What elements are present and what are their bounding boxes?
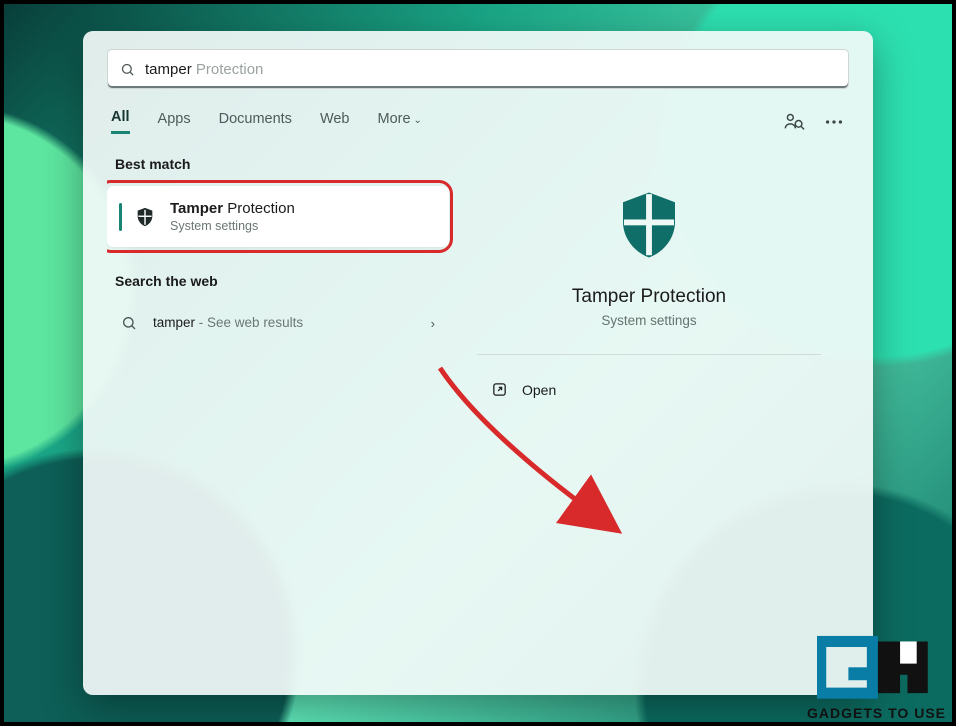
shield-icon <box>610 186 688 264</box>
shield-icon <box>134 206 156 228</box>
windows-search-panel: tamper Protection All Apps Documents Web… <box>83 31 873 695</box>
tab-documents[interactable]: Documents <box>219 111 292 133</box>
search-query: tamper Protection <box>145 61 263 78</box>
web-search-result[interactable]: tamper - See web results › <box>107 303 449 343</box>
search-icon <box>120 62 135 77</box>
divider <box>477 354 821 355</box>
preview-subtitle: System settings <box>601 313 696 328</box>
open-button[interactable]: Open <box>491 381 556 398</box>
section-search-web: Search the web <box>115 273 449 289</box>
section-best-match: Best match <box>115 156 449 172</box>
tab-web[interactable]: Web <box>320 111 350 133</box>
result-subtitle: System settings <box>170 219 295 233</box>
watermark: GADGETS TO USE <box>807 632 946 720</box>
web-result-label: tamper - See web results <box>153 315 303 331</box>
chevron-right-icon: › <box>431 316 435 331</box>
search-input[interactable]: tamper Protection <box>107 49 849 89</box>
tab-more[interactable]: More⌄ <box>378 111 422 133</box>
result-preview-pane: Tamper Protection System settings Open <box>449 156 849 675</box>
best-match-result[interactable]: Tamper Protection System settings <box>107 186 449 247</box>
more-options-icon[interactable] <box>823 111 845 133</box>
search-filter-tabs: All Apps Documents Web More⌄ <box>107 109 849 134</box>
open-external-icon <box>491 381 508 398</box>
tab-all[interactable]: All <box>111 109 130 134</box>
result-title: Tamper Protection <box>170 200 295 217</box>
school-search-icon[interactable] <box>783 111 805 133</box>
search-icon <box>121 315 137 331</box>
tab-apps[interactable]: Apps <box>158 111 191 133</box>
preview-title: Tamper Protection <box>572 286 726 308</box>
